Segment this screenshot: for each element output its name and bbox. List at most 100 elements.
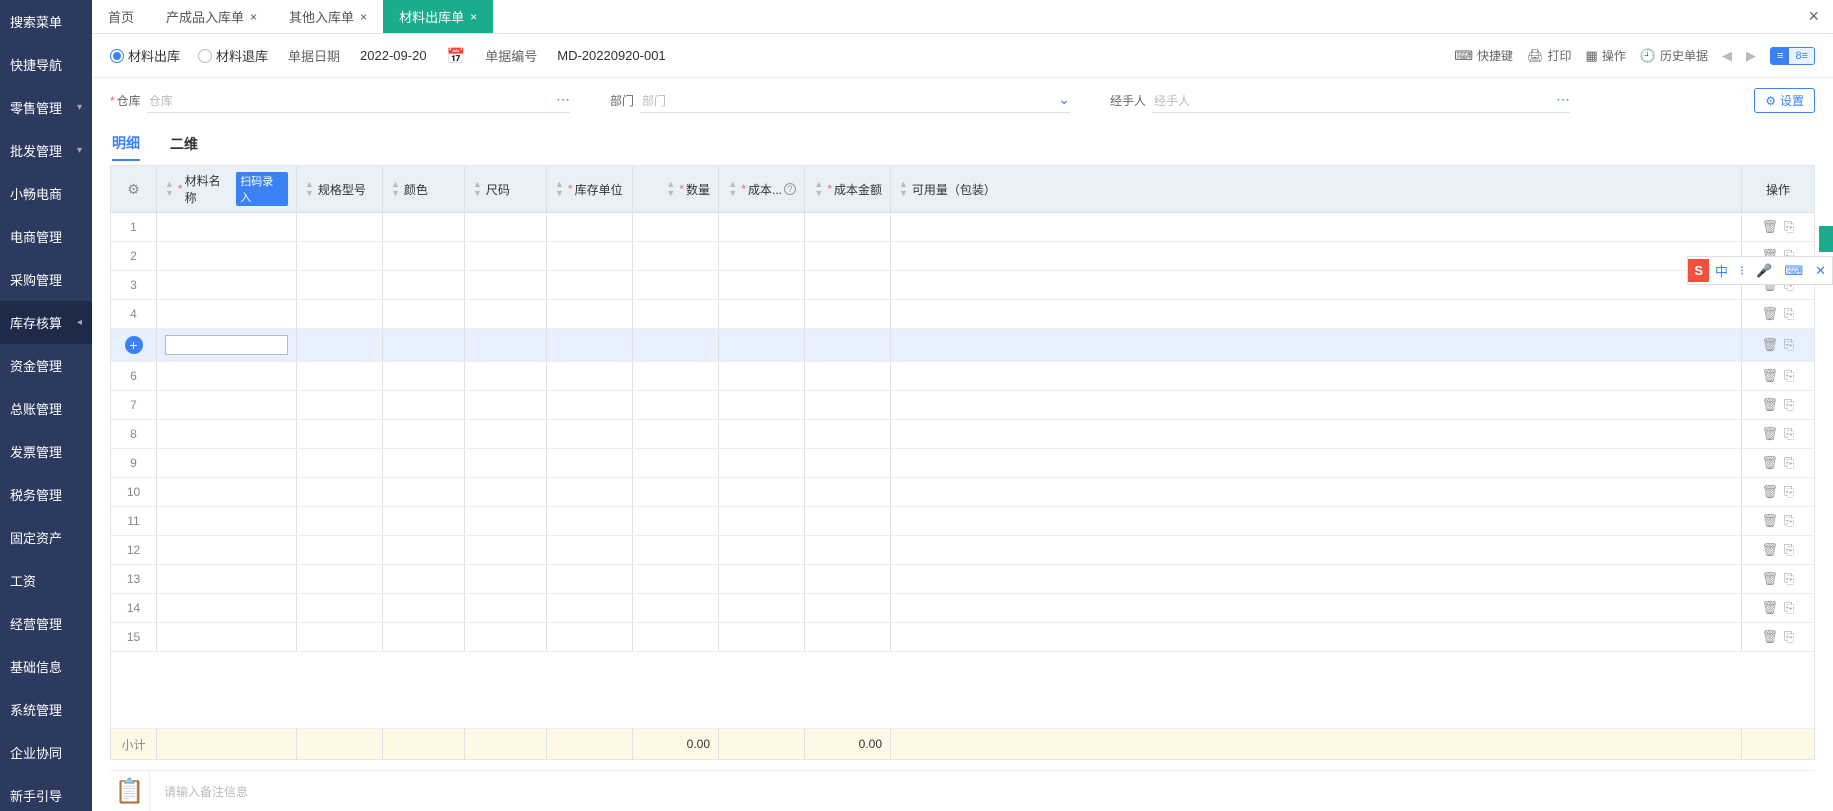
close-all-tabs[interactable]: ×: [1794, 6, 1833, 27]
sidebar-item[interactable]: 发票管理: [0, 430, 92, 473]
cell-input[interactable]: [165, 335, 288, 355]
calendar-icon[interactable]: 📅: [447, 47, 466, 65]
sidebar-item[interactable]: 快捷导航: [0, 43, 92, 86]
table-row[interactable]: 2🗑⎘: [111, 242, 1814, 271]
date-value[interactable]: 2022-09-20: [360, 48, 427, 63]
more-icon[interactable]: ⋯: [556, 91, 570, 108]
delete-icon[interactable]: 🗑: [1762, 513, 1779, 529]
copy-icon[interactable]: ⎘: [1784, 426, 1794, 442]
close-icon[interactable]: ×: [360, 10, 367, 24]
tab-detail[interactable]: 明细: [112, 127, 140, 161]
sidebar-item[interactable]: 零售管理▾: [0, 86, 92, 129]
ime-mic-icon[interactable]: 🎤: [1750, 259, 1778, 283]
sidebar-item[interactable]: 经营管理: [0, 602, 92, 645]
sort-icon[interactable]: ▲▼: [555, 180, 564, 198]
view-list[interactable]: ≡: [1771, 48, 1789, 64]
sidebar-item[interactable]: 采购管理: [0, 258, 92, 301]
ime-dots-icon[interactable]: ⁝: [1734, 259, 1750, 283]
table-row[interactable]: 10🗑⎘: [111, 478, 1814, 507]
ime-lang[interactable]: 中: [1709, 257, 1734, 284]
copy-icon[interactable]: ⎘: [1784, 484, 1794, 500]
table-row[interactable]: 6🗑⎘: [111, 362, 1814, 391]
history-button[interactable]: 🕘历史单据: [1640, 47, 1708, 64]
table-row[interactable]: + 🗑 ⎘: [111, 329, 1814, 362]
copy-icon[interactable]: ⎘: [1784, 368, 1794, 384]
info-icon[interactable]: ?: [784, 183, 796, 195]
table-row[interactable]: 13🗑⎘: [111, 565, 1814, 594]
delete-icon[interactable]: 🗑: [1762, 368, 1779, 384]
sidebar-item[interactable]: 小畅电商: [0, 172, 92, 215]
close-icon[interactable]: ×: [250, 10, 257, 24]
settings-button[interactable]: ⚙设置: [1754, 88, 1815, 113]
tab[interactable]: 首页: [92, 0, 150, 33]
chevron-down-icon[interactable]: ⌄: [1058, 91, 1070, 108]
remark-input[interactable]: 请输入备注信息: [150, 773, 1815, 810]
close-icon[interactable]: ×: [470, 10, 477, 24]
sidebar-item[interactable]: 企业协同: [0, 731, 92, 774]
delete-icon[interactable]: 🗑: [1762, 397, 1779, 413]
remark-icon[interactable]: 📋: [110, 771, 150, 811]
table-row[interactable]: 3🗑⎘: [111, 271, 1814, 300]
table-row[interactable]: 7🗑⎘: [111, 391, 1814, 420]
sidebar-item[interactable]: 系统管理: [0, 688, 92, 731]
delete-icon[interactable]: 🗑: [1762, 484, 1779, 500]
gear-icon[interactable]: ⚙: [127, 181, 140, 198]
sidebar-item[interactable]: 基础信息: [0, 645, 92, 688]
delete-icon[interactable]: 🗑: [1762, 542, 1779, 558]
sort-icon[interactable]: ▲▼: [305, 180, 314, 198]
tab-2d[interactable]: 二维: [170, 128, 198, 160]
sort-icon[interactable]: ▲▼: [814, 180, 823, 198]
table-row[interactable]: 11🗑⎘: [111, 507, 1814, 536]
delete-icon[interactable]: 🗑: [1762, 426, 1779, 442]
warehouse-input[interactable]: 仓库⋯: [147, 89, 570, 113]
next-arrow-icon[interactable]: ▶: [1746, 48, 1756, 64]
ime-kb-icon[interactable]: ⌨: [1778, 259, 1809, 283]
delete-icon[interactable]: 🗑: [1762, 337, 1779, 353]
delete-icon[interactable]: 🗑: [1762, 629, 1779, 645]
copy-icon[interactable]: ⎘: [1784, 629, 1794, 645]
radio-material-return[interactable]: 材料退库: [198, 46, 268, 65]
table-row[interactable]: 9🗑⎘: [111, 449, 1814, 478]
dept-input[interactable]: 部门⌄: [640, 89, 1070, 113]
copy-icon[interactable]: ⎘: [1784, 455, 1794, 471]
sort-icon[interactable]: ▲▼: [666, 180, 675, 198]
sidebar-item[interactable]: 总账管理: [0, 387, 92, 430]
sidebar-item[interactable]: 工资: [0, 559, 92, 602]
sidebar-item[interactable]: 新手引导: [0, 774, 92, 811]
sidebar-item[interactable]: 税务管理: [0, 473, 92, 516]
more-icon[interactable]: ⋯: [1556, 91, 1570, 108]
sort-icon[interactable]: ▲▼: [728, 180, 737, 198]
sidebar-item[interactable]: 资金管理: [0, 344, 92, 387]
radio-material-out[interactable]: 材料出库: [110, 46, 180, 65]
sidebar-item[interactable]: 库存核算◂: [0, 301, 92, 344]
side-tab[interactable]: [1819, 226, 1833, 252]
sort-icon[interactable]: ▲▼: [899, 180, 908, 198]
delete-icon[interactable]: 🗑: [1762, 219, 1779, 235]
sort-icon[interactable]: ▲▼: [391, 180, 400, 198]
copy-icon[interactable]: ⎘: [1784, 219, 1794, 235]
handler-input[interactable]: 经手人⋯: [1152, 89, 1570, 113]
copy-icon[interactable]: ⎘: [1784, 513, 1794, 529]
delete-icon[interactable]: 🗑: [1762, 455, 1779, 471]
copy-icon[interactable]: ⎘: [1784, 337, 1794, 353]
table-row[interactable]: 1🗑⎘: [111, 213, 1814, 242]
sidebar-item[interactable]: 批发管理▾: [0, 129, 92, 172]
copy-icon[interactable]: ⎘: [1784, 542, 1794, 558]
shortcut-button[interactable]: ⌨快捷键: [1454, 47, 1513, 64]
sort-icon[interactable]: ▲▼: [165, 180, 174, 198]
ime-close-icon[interactable]: ✕: [1809, 259, 1832, 283]
ime-logo-icon[interactable]: S: [1688, 259, 1709, 282]
add-row-button[interactable]: +: [125, 336, 143, 354]
view-grid[interactable]: 8≡: [1789, 48, 1814, 64]
delete-icon[interactable]: 🗑: [1762, 306, 1779, 322]
copy-icon[interactable]: ⎘: [1784, 306, 1794, 322]
prev-arrow-icon[interactable]: ◀: [1722, 48, 1732, 64]
sidebar-item[interactable]: 固定资产: [0, 516, 92, 559]
operate-button[interactable]: ▦操作: [1586, 47, 1626, 64]
table-row[interactable]: 15🗑⎘: [111, 623, 1814, 652]
sidebar-item[interactable]: 电商管理: [0, 215, 92, 258]
table-row[interactable]: 14🗑⎘: [111, 594, 1814, 623]
tab[interactable]: 材料出库单×: [383, 0, 493, 33]
table-row[interactable]: 4🗑⎘: [111, 300, 1814, 329]
table-row[interactable]: 8🗑⎘: [111, 420, 1814, 449]
